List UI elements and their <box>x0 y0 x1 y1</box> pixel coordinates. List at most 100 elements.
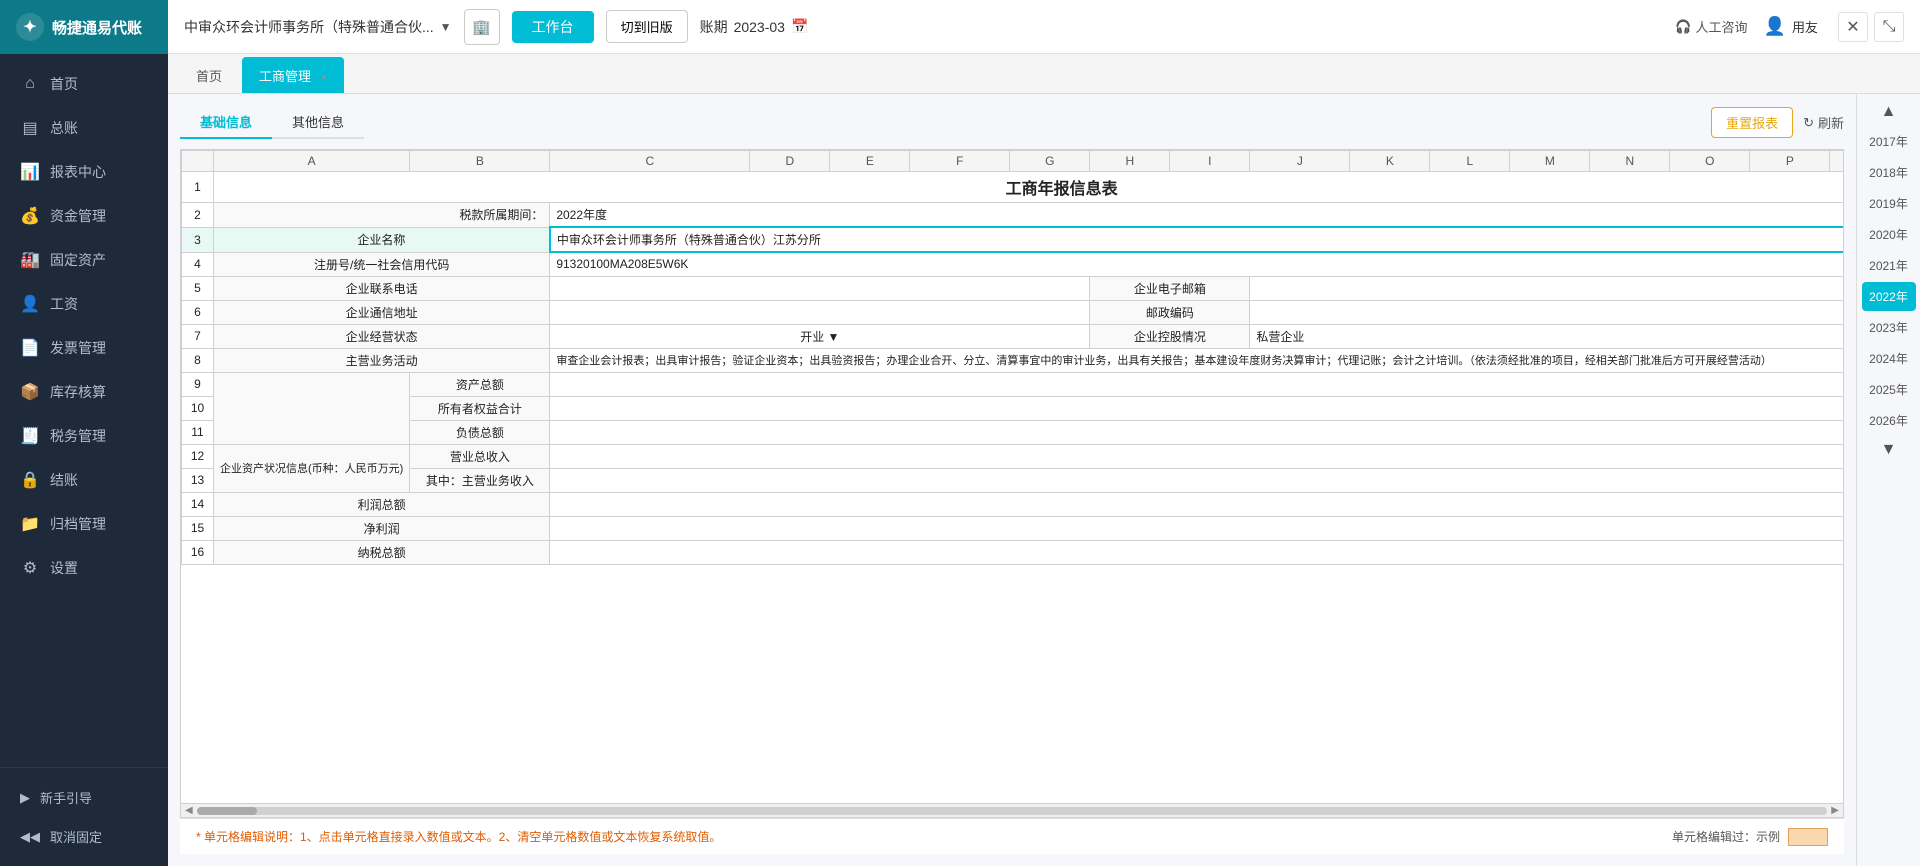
refresh-button[interactable]: ↻ 刷新 <box>1803 113 1844 132</box>
year-item-2018[interactable]: 2018年 <box>1862 158 1916 187</box>
horizontal-scrollbar[interactable]: ◀ ▶ <box>181 803 1843 817</box>
year-item-2017[interactable]: 2017年 <box>1862 127 1916 156</box>
tab-business-mgmt[interactable]: 工商管理 × <box>242 57 344 93</box>
corner-cell <box>182 151 214 172</box>
fixed-assets-icon: 🏭 <box>20 250 40 270</box>
window-close-button[interactable]: ✕ <box>1838 12 1868 42</box>
user-avatar-icon: 👤 <box>1764 16 1786 37</box>
sheet-table: A B C D E F G H I J K L <box>181 150 1843 565</box>
sidebar-item-label: 库存核算 <box>50 382 106 402</box>
scroll-left-icon[interactable]: ◀ <box>185 805 193 816</box>
main-biz-value-cell[interactable]: 审查企业会计报表；出具审计报告；验证企业资本；出具验资报告；办理企业合开、分立、… <box>550 348 1843 372</box>
sidebar-item-reports[interactable]: 📊 报表中心 <box>0 150 168 194</box>
unpin-icon: ◀◀ <box>20 829 40 845</box>
biz-status-value-cell[interactable]: 开业 ▼ <box>550 324 1090 348</box>
address-value-cell[interactable] <box>550 300 1090 324</box>
tab-close-icon[interactable]: × <box>321 72 327 84</box>
table-row: 14 利润总额 <box>182 492 1844 516</box>
scroll-track[interactable] <box>197 807 1828 815</box>
year-item-2026[interactable]: 2026年 <box>1862 406 1916 435</box>
workbench-button[interactable]: 工作台 <box>512 11 594 43</box>
old-version-button[interactable]: 切到旧版 <box>606 10 688 43</box>
sidebar: ✦ 畅捷通易代账 ⌂ 首页 ▤ 总账 📊 报表中心 💰 资金管理 🏭 固定资产 … <box>0 0 168 866</box>
year-scroll-up-button[interactable]: ▲ <box>1869 98 1909 126</box>
sub-tab-basic[interactable]: 基础信息 <box>180 106 272 139</box>
spreadsheet-toolbar: 基础信息 其他信息 重置报表 ↻ 刷新 <box>180 106 1844 139</box>
sidebar-item-label: 总账 <box>50 118 78 138</box>
reports-icon: 📊 <box>20 162 40 182</box>
sub-tab-other[interactable]: 其他信息 <box>272 106 364 139</box>
sidebar-item-settings[interactable]: ⚙ 设置 <box>0 546 168 590</box>
reg-no-value-cell[interactable]: 91320100MA208E5W6K <box>550 252 1843 276</box>
sidebar-item-unpin[interactable]: ◀◀ 取消固定 <box>0 817 168 856</box>
row-num-5: 5 <box>182 276 214 300</box>
sheet-title-cell[interactable]: 工商年报信息表 <box>214 172 1844 203</box>
zipcode-value-cell[interactable] <box>1250 300 1843 324</box>
sidebar-item-home[interactable]: ⌂ 首页 <box>0 62 168 106</box>
col-header-m: M <box>1510 151 1590 172</box>
sidebar-item-invoice[interactable]: 📄 发票管理 <box>0 326 168 370</box>
liabilities-label-cell: 负债总额 <box>410 420 550 444</box>
window-expand-button[interactable]: ⤡ <box>1874 12 1904 42</box>
service-button[interactable]: 🎧 人工咨询 <box>1675 17 1747 36</box>
scroll-thumb[interactable] <box>197 807 257 815</box>
company-dropdown-icon[interactable]: ▼ <box>440 20 452 34</box>
sidebar-item-tax[interactable]: 🧾 税务管理 <box>0 414 168 458</box>
unpin-label: 取消固定 <box>50 827 102 846</box>
year-item-2019[interactable]: 2019年 <box>1862 189 1916 218</box>
company-selector[interactable]: 中审众环会计师事务所（特殊普通合伙... ▼ <box>184 17 452 37</box>
total-assets-value-cell[interactable] <box>550 372 1843 396</box>
total-tax-value-cell[interactable] <box>550 540 1843 564</box>
refresh-label: 刷新 <box>1818 113 1844 132</box>
sidebar-item-fixed-assets[interactable]: 🏭 固定资产 <box>0 238 168 282</box>
year-scroll-down-button[interactable]: ▼ <box>1869 436 1909 464</box>
sidebar-item-close[interactable]: 🔒 结账 <box>0 458 168 502</box>
table-row: 9 资产总额 <box>182 372 1844 396</box>
table-row: 16 纳税总额 <box>182 540 1844 564</box>
total-revenue-value-cell[interactable] <box>550 444 1843 468</box>
new-guide-icon: ▶ <box>20 790 30 806</box>
period-value-cell[interactable]: 2022年度 <box>550 203 1843 228</box>
net-profit-value-cell[interactable] <box>550 516 1843 540</box>
year-item-2024[interactable]: 2024年 <box>1862 344 1916 373</box>
year-item-2022[interactable]: 2022年 <box>1862 282 1916 311</box>
year-item-2020[interactable]: 2020年 <box>1862 220 1916 249</box>
sidebar-item-ledger[interactable]: ▤ 总账 <box>0 106 168 150</box>
equity-value-cell[interactable]: 私营企业 <box>1250 324 1843 348</box>
service-label: 人工咨询 <box>1696 17 1748 36</box>
company-name-value-cell[interactable]: 中审众环会计师事务所（特殊普通合伙）江苏分所 <box>550 227 1843 252</box>
spreadsheet-scroll-area[interactable]: A B C D E F G H I J K L <box>181 150 1843 803</box>
table-row: 6 企业通信地址 邮政编码 <box>182 300 1844 324</box>
scroll-right-icon[interactable]: ▶ <box>1831 805 1839 816</box>
user-menu[interactable]: 👤 用友 <box>1764 16 1818 37</box>
email-value-cell[interactable] <box>1250 276 1843 300</box>
phone-value-cell[interactable] <box>550 276 1090 300</box>
year-item-2025[interactable]: 2025年 <box>1862 375 1916 404</box>
footer-right: 单元格编辑过：示例 <box>1672 828 1828 846</box>
sidebar-item-archive[interactable]: 📁 归档管理 <box>0 502 168 546</box>
year-item-2023[interactable]: 2023年 <box>1862 313 1916 342</box>
sidebar-item-funds[interactable]: 💰 资金管理 <box>0 194 168 238</box>
company-info-button[interactable]: 🏢 <box>464 9 500 45</box>
equity-total-value-cell[interactable] <box>550 396 1843 420</box>
liabilities-value-cell[interactable] <box>550 420 1843 444</box>
sidebar-item-inventory[interactable]: 📦 库存核算 <box>0 370 168 414</box>
reset-report-button[interactable]: 重置报表 <box>1711 107 1793 138</box>
sidebar-item-label: 税务管理 <box>50 426 106 446</box>
main-revenue-label-cell: 其中：主营业务收入 <box>410 468 550 492</box>
calendar-icon[interactable]: 📅 <box>791 18 808 35</box>
main-revenue-value-cell[interactable] <box>550 468 1843 492</box>
row-num-4: 4 <box>182 252 214 276</box>
table-row: 11 负债总额 <box>182 420 1844 444</box>
tab-label: 工商管理 <box>259 69 311 84</box>
biz-status-label-cell: 企业经营状态 <box>214 324 550 348</box>
tab-home[interactable]: 首页 <box>180 58 238 93</box>
col-header-n: N <box>1590 151 1670 172</box>
sidebar-item-label: 归档管理 <box>50 514 106 534</box>
sidebar-item-salary[interactable]: 👤 工资 <box>0 282 168 326</box>
sidebar-item-label: 首页 <box>50 74 78 94</box>
period-selector[interactable]: 账期 2023-03 📅 <box>700 17 809 37</box>
sidebar-item-new-guide[interactable]: ▶ 新手引导 <box>0 778 168 817</box>
year-item-2021[interactable]: 2021年 <box>1862 251 1916 280</box>
total-profit-value-cell[interactable] <box>550 492 1843 516</box>
